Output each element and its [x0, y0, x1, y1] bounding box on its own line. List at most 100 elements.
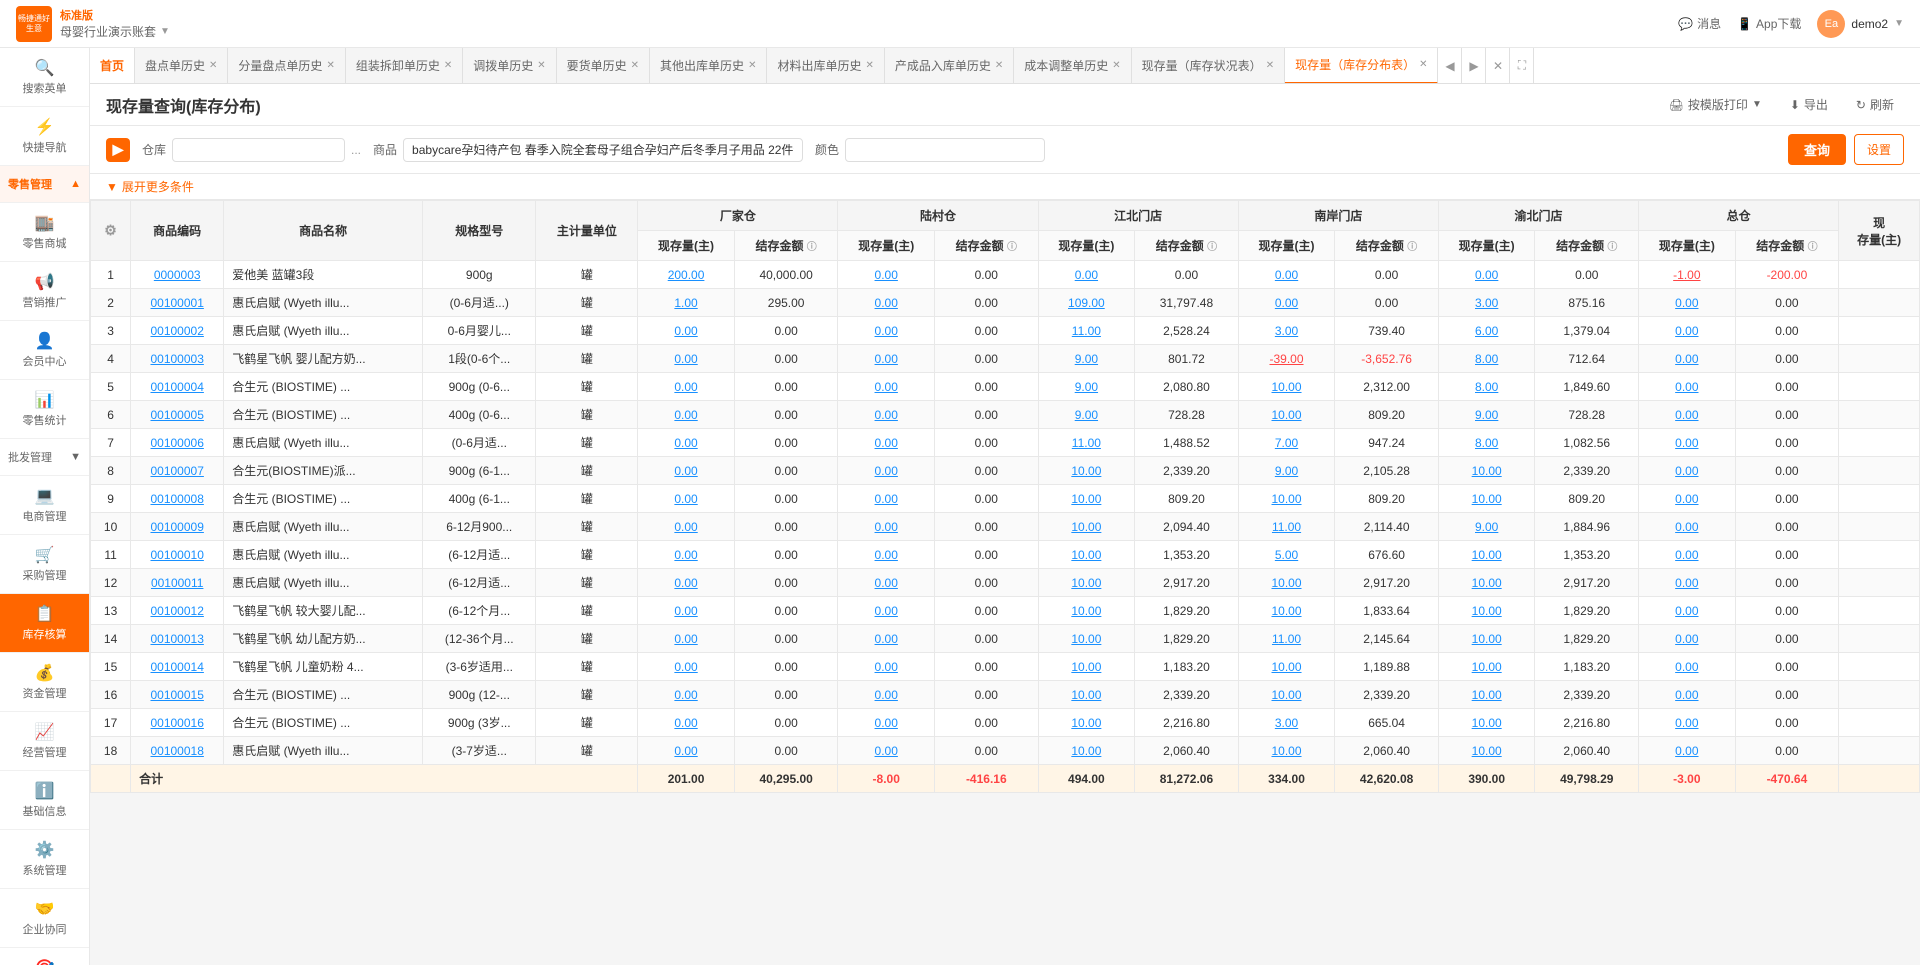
row-yubei-amt: 0.00	[1535, 261, 1639, 289]
color-input[interactable]	[845, 138, 1045, 162]
tab-close-finished[interactable]: ✕	[995, 60, 1003, 71]
export-icon: ⬇	[1790, 98, 1800, 112]
tab-close-order[interactable]: ✕	[631, 60, 639, 71]
sidebar-item-finance[interactable]: 💰 资金管理	[0, 653, 89, 712]
row-jiangbei-qty: 10.00	[1038, 597, 1135, 625]
summary-jiangbei-qty: 494.00	[1038, 765, 1135, 793]
nanan-amt-info[interactable]: ⓘ	[1407, 242, 1417, 253]
sidebar-item-inventory[interactable]: 📋 库存核算	[0, 594, 89, 653]
warehouse-input[interactable]	[172, 138, 345, 162]
row-name: 惠氏启赋 (Wyeth illu...	[224, 541, 423, 569]
dropdown-icon[interactable]: ▼	[160, 26, 170, 37]
row-total-amt: 0.00	[1735, 737, 1839, 765]
tab-close-transfer[interactable]: ✕	[537, 60, 545, 71]
row-lu-amt: 0.00	[934, 289, 1038, 317]
row-code: 00100008	[131, 485, 224, 513]
filter-toggle-btn[interactable]: ▶	[106, 138, 130, 162]
sidebar-item-marketing[interactable]: 📢 营销推广	[0, 262, 89, 321]
tab-close-splitcount[interactable]: ✕	[326, 60, 334, 71]
refresh-btn[interactable]: ↻ 刷新	[1846, 92, 1904, 117]
user-dropdown-icon: ▼	[1894, 18, 1904, 29]
sidebar-item-guide[interactable]: 🎯 新手引导	[0, 948, 89, 965]
setting-btn[interactable]: 设置	[1854, 134, 1904, 165]
tab-close-inv-status[interactable]: ✕	[1266, 60, 1274, 71]
tab-order[interactable]: 要货单历史 ✕	[557, 48, 650, 84]
tab-outbound[interactable]: 其他出库单历史 ✕	[650, 48, 767, 84]
row-unit: 罐	[536, 709, 638, 737]
table-container[interactable]: ⚙ 商品编码 商品名称 规格型号 主计量单位 厂家仓 陆村仓 江北门店 南岸门店…	[90, 200, 1920, 951]
row-nanan-amt: 665.04	[1335, 709, 1439, 737]
row-yubei-qty: 3.00	[1438, 289, 1535, 317]
tab-stockcount[interactable]: 盘点单历史 ✕	[135, 48, 228, 84]
tab-inventory-status[interactable]: 现存量（库存状况表） ✕	[1132, 48, 1285, 84]
tab-assembly[interactable]: 组装拆卸单历史 ✕	[346, 48, 463, 84]
tab-transfer[interactable]: 调拨单历史 ✕	[463, 48, 556, 84]
jiangbei-amt-info[interactable]: ⓘ	[1207, 242, 1217, 253]
sidebar-item-wholesale[interactable]: 批发管理 ▼	[0, 439, 89, 476]
sidebar-item-nav[interactable]: ⚡ 快捷导航	[0, 107, 89, 166]
row-lu-qty: 0.00	[838, 541, 935, 569]
row-no: 14	[91, 625, 131, 653]
sidebar-item-retail-mall[interactable]: 🏬 零售商城	[0, 203, 89, 262]
row-jiangbei-qty: 11.00	[1038, 429, 1135, 457]
query-btn[interactable]: 查询	[1788, 134, 1846, 165]
factory-amt-info[interactable]: ⓘ	[807, 242, 817, 253]
row-no: 12	[91, 569, 131, 597]
export-btn[interactable]: ⬇ 导出	[1780, 92, 1838, 117]
row-nanan-qty: 10.00	[1238, 373, 1335, 401]
tab-close-stockcount[interactable]: ✕	[209, 60, 217, 71]
sidebar-item-operations[interactable]: 📈 经营管理	[0, 712, 89, 771]
tab-expand-btn[interactable]: ⛶	[1510, 48, 1534, 84]
row-yubei-amt: 712.64	[1535, 345, 1639, 373]
sidebar-item-retail-mgmt[interactable]: 零售管理 ▲	[0, 166, 89, 203]
user-area[interactable]: Ea demo2 ▼	[1817, 10, 1904, 38]
row-nanan-qty: -39.00	[1238, 345, 1335, 373]
row-jiangbei-qty: 10.00	[1038, 681, 1135, 709]
row-unit: 罐	[536, 513, 638, 541]
lu-amt-info[interactable]: ⓘ	[1007, 242, 1017, 253]
sidebar-item-collab[interactable]: 🤝 企业协同	[0, 889, 89, 948]
expand-conditions-btn[interactable]: ▼ 展开更多条件	[106, 178, 1904, 195]
tab-close-assembly[interactable]: ✕	[444, 60, 452, 71]
product-input[interactable]	[403, 138, 803, 162]
app-logo: 畅捷通好生意	[16, 6, 52, 42]
tab-home[interactable]: 首页	[90, 48, 135, 84]
message-btn[interactable]: 💬 消息	[1678, 15, 1721, 32]
tab-inventory-dist[interactable]: 现存量（库存分布表） ✕	[1285, 48, 1438, 84]
sidebar-item-member[interactable]: 👤 会员中心	[0, 321, 89, 380]
tab-close-outbound[interactable]: ✕	[748, 60, 756, 71]
tab-close-inv-dist[interactable]: ✕	[1419, 59, 1427, 70]
sidebar-item-system[interactable]: ⚙️ 系统管理	[0, 830, 89, 889]
total-amt-info[interactable]: ⓘ	[1808, 242, 1818, 253]
sidebar-item-search[interactable]: 🔍 搜索英单	[0, 48, 89, 107]
print-btn[interactable]: 🖨 按模版打印 ▼	[1659, 92, 1772, 117]
table-row: 6 00100005 合生元 (BIOSTIME) ... 400g (0-6.…	[91, 401, 1920, 429]
row-jiangbei-qty: 10.00	[1038, 485, 1135, 513]
tab-material[interactable]: 材料出库单历史 ✕	[767, 48, 884, 84]
row-total-amt: 0.00	[1735, 345, 1839, 373]
tab-close-material[interactable]: ✕	[865, 60, 873, 71]
warehouse-dots[interactable]: ...	[351, 143, 361, 157]
tab-next-btn[interactable]: ▶	[1462, 48, 1486, 84]
tab-splitcount[interactable]: 分量盘点单历史 ✕	[228, 48, 345, 84]
summary-total-amt: -470.64	[1735, 765, 1839, 793]
tab-finished[interactable]: 产成品入库单历史 ✕	[885, 48, 1014, 84]
row-lu-qty: 0.00	[838, 709, 935, 737]
row-cur-qty	[1839, 261, 1920, 289]
gear-icon[interactable]: ⚙	[104, 222, 117, 238]
col-unit: 主计量单位	[536, 201, 638, 261]
sidebar-item-purchase[interactable]: 🛒 采购管理	[0, 535, 89, 594]
tab-close-costadjust[interactable]: ✕	[1112, 60, 1120, 71]
table-row: 8 00100007 合生元(BIOSTIME)派... 900g (6-1..…	[91, 457, 1920, 485]
tab-costadjust[interactable]: 成本调整单历史 ✕	[1014, 48, 1131, 84]
tab-prev-btn[interactable]: ◀	[1438, 48, 1462, 84]
tab-close-all-btn[interactable]: ✕	[1486, 48, 1510, 84]
yubei-amt-info[interactable]: ⓘ	[1607, 242, 1617, 253]
sidebar-item-ecommerce[interactable]: 💻 电商管理	[0, 476, 89, 535]
account-name[interactable]: 母婴行业演示账套	[60, 23, 156, 40]
app-download-btn[interactable]: 📱 App下载	[1737, 15, 1801, 32]
col-factory-amt: 结存金额 ⓘ	[734, 231, 838, 261]
sidebar-item-retail-stats[interactable]: 📊 零售统计	[0, 380, 89, 439]
sidebar-item-basic-info[interactable]: ℹ️ 基础信息	[0, 771, 89, 830]
row-lu-amt: 0.00	[934, 457, 1038, 485]
